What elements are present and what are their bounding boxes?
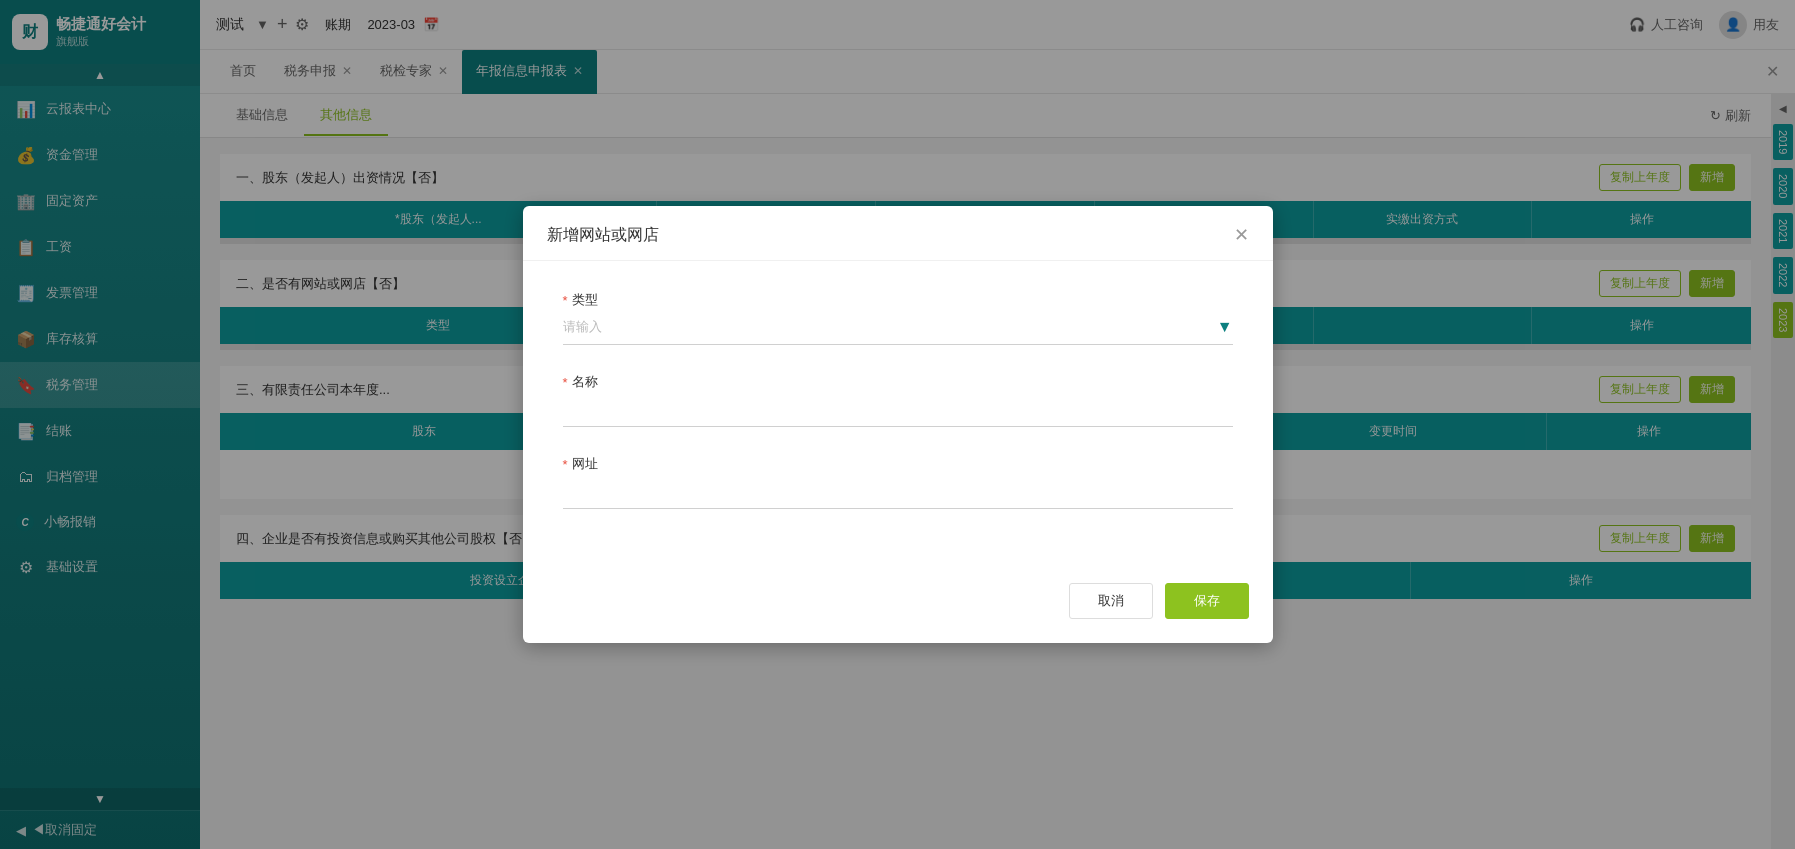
url-input-wrapper [563,479,1233,509]
label-name-text: 名称 [572,373,598,391]
form-label-type: * 类型 [563,291,1233,309]
name-input-wrapper [563,397,1233,427]
modal-overlay: 新增网站或网店 ✕ * 类型 ▼ * 名称 [0,0,1795,849]
type-dropdown-icon[interactable]: ▼ [1217,318,1233,336]
form-row-type: * 类型 ▼ [563,291,1233,345]
name-input[interactable] [563,397,1233,420]
label-type-text: 类型 [572,291,598,309]
form-label-url: * 网址 [563,455,1233,473]
modal-close-btn[interactable]: ✕ [1234,224,1249,246]
modal-body: * 类型 ▼ * 名称 * [523,261,1273,567]
label-url-text: 网址 [572,455,598,473]
cancel-btn[interactable]: 取消 [1069,583,1153,619]
required-star-type: * [563,293,568,308]
required-star-url: * [563,457,568,472]
form-row-url: * 网址 [563,455,1233,509]
url-input[interactable] [563,479,1233,502]
form-row-name: * 名称 [563,373,1233,427]
modal-title: 新增网站或网店 [547,225,659,246]
modal-add-website: 新增网站或网店 ✕ * 类型 ▼ * 名称 [523,206,1273,643]
modal-footer: 取消 保存 [523,567,1273,643]
form-label-name: * 名称 [563,373,1233,391]
type-input[interactable] [563,315,1217,338]
save-btn[interactable]: 保存 [1165,583,1249,619]
type-input-wrapper: ▼ [563,315,1233,345]
modal-header: 新增网站或网店 ✕ [523,206,1273,261]
required-star-name: * [563,375,568,390]
